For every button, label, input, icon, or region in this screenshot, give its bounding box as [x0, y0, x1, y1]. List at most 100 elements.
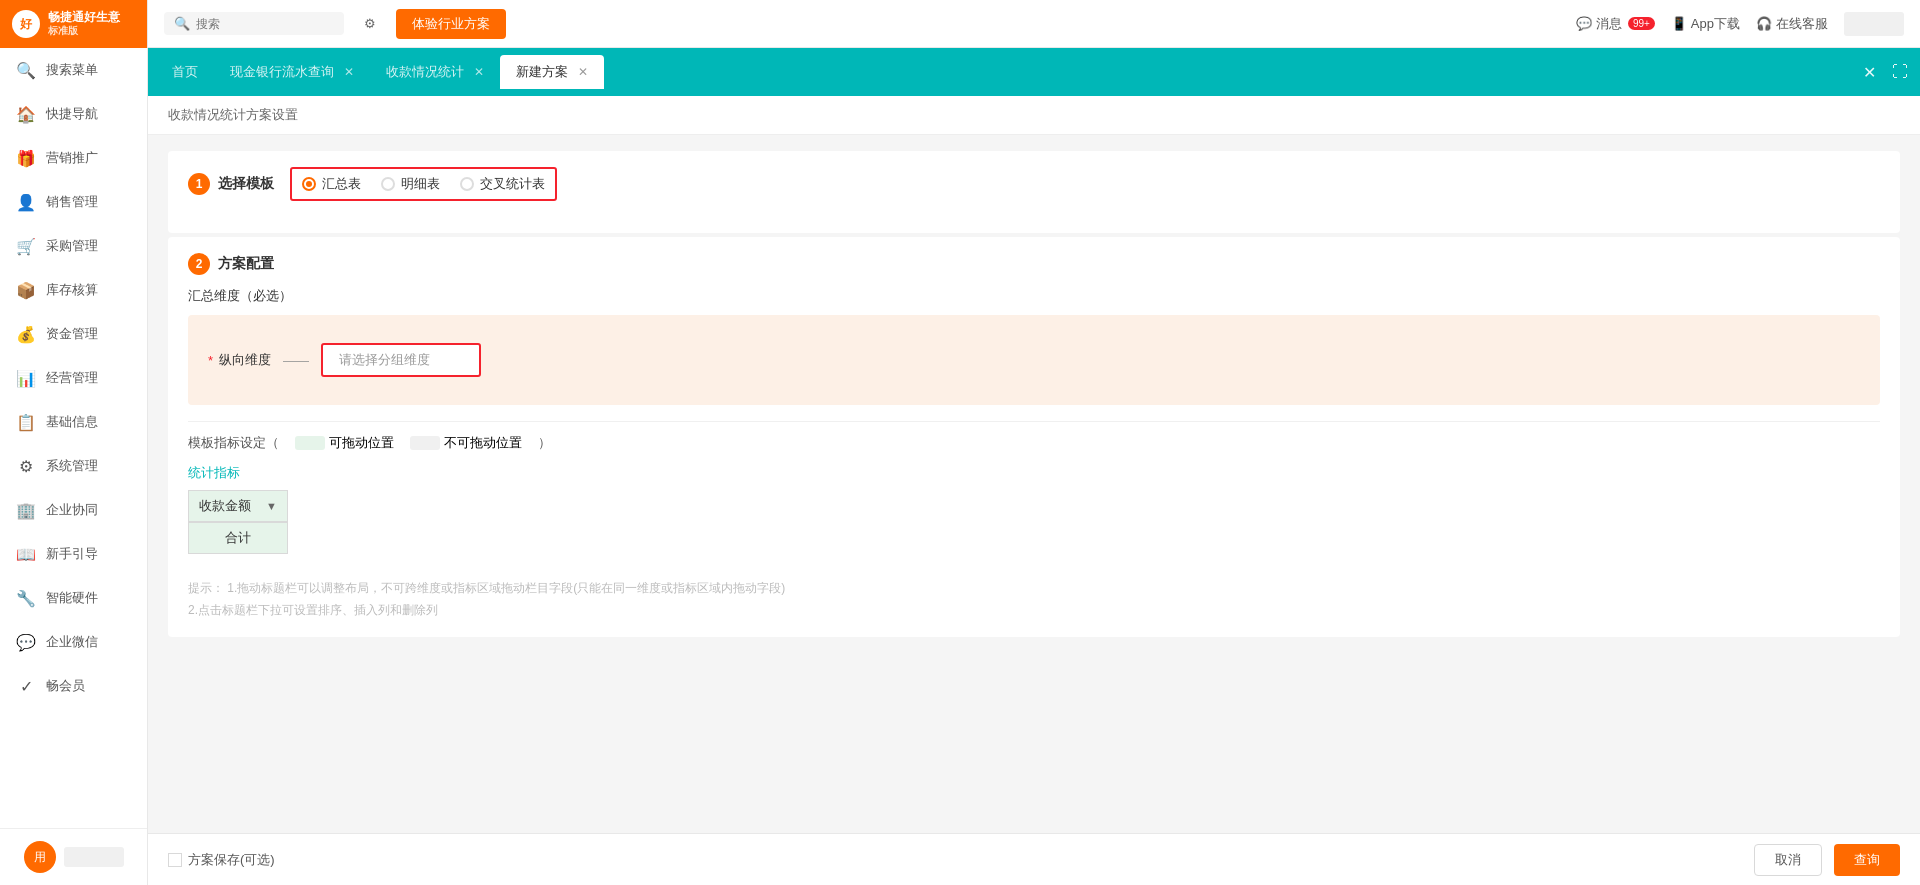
save-checkbox[interactable] — [168, 853, 182, 867]
radio-cross[interactable]: 交叉统计表 — [460, 175, 545, 193]
bottom-bar: 方案保存(可选) 取消 查询 — [148, 833, 1920, 885]
user-name — [64, 847, 124, 867]
nodrag-indicator — [410, 436, 440, 450]
radio-detail-btn[interactable] — [381, 177, 395, 191]
metrics-table: 收款金额 ▼ 合计 — [188, 490, 1880, 554]
settings-icon[interactable]: ⚙ — [356, 10, 384, 38]
close-tab-new-plan[interactable]: ✕ — [578, 65, 588, 79]
vertical-label: 纵向维度 — [219, 351, 271, 369]
sidebar-item-label: 企业微信 — [46, 633, 98, 651]
sidebar-item-capital[interactable]: 💰 资金管理 — [0, 312, 147, 356]
download-btn[interactable]: 📱 App下载 — [1671, 15, 1740, 33]
sidebar-item-label: 销售管理 — [46, 193, 98, 211]
sidebar-item-label: 采购管理 — [46, 237, 98, 255]
search-icon: 🔍 — [16, 60, 36, 80]
sidebar-item-marketing[interactable]: 🎁 营销推广 — [0, 136, 147, 180]
logo-icon: 好 — [12, 10, 40, 38]
sidebar-item-label: 系统管理 — [46, 457, 98, 475]
arrow-indicator: —— — [283, 353, 309, 368]
sidebar-item-guide[interactable]: 📖 新手引导 — [0, 532, 147, 576]
sidebar-item-sales[interactable]: 👤 销售管理 — [0, 180, 147, 224]
chevron-down-icon: ▼ — [266, 500, 277, 512]
box-icon: 📦 — [16, 280, 36, 300]
sidebar-item-label: 经营管理 — [46, 369, 98, 387]
sidebar-item-enterprise[interactable]: 🏢 企业协同 — [0, 488, 147, 532]
topbar-right: 💬 消息 99+ 📱 App下载 🎧 在线客服 — [1576, 12, 1904, 36]
hint-line-1: 提示： 1.拖动标题栏可以调整布局，不可跨维度或指标区域拖动栏目字段(只能在同一… — [188, 578, 1880, 600]
main-area: 🔍 ⚙ 体验行业方案 💬 消息 99+ 📱 App下载 🎧 在线客服 首页 — [148, 0, 1920, 885]
radio-cross-btn[interactable] — [460, 177, 474, 191]
close-tab-collection[interactable]: ✕ — [474, 65, 484, 79]
close-window-btn[interactable]: ✕ — [1859, 59, 1880, 86]
sidebar-item-operation[interactable]: 📊 经营管理 — [0, 356, 147, 400]
sidebar-item-smart-hw[interactable]: 🔧 智能硬件 — [0, 576, 147, 620]
sidebar-item-label: 畅会员 — [46, 677, 85, 695]
sidebar-item-label: 基础信息 — [46, 413, 98, 431]
topbar: 🔍 ⚙ 体验行业方案 💬 消息 99+ 📱 App下载 🎧 在线客服 — [148, 0, 1920, 48]
group-dimension-select[interactable]: 请选择分组维度 — [321, 343, 481, 377]
sidebar: 好 畅捷通好生意 标准版 🔍 搜索菜单 🏠 快捷导航 🎁 营销推广 👤 销售管理… — [0, 0, 148, 885]
tab-collection-stats[interactable]: 收款情况统计 ✕ — [370, 55, 500, 89]
step1-row: 1 选择模板 汇总表 明细表 交叉统计表 — [188, 167, 1880, 201]
tabbar-controls: ✕ ⛶ — [1859, 59, 1912, 86]
message-icon: 💬 — [1576, 16, 1592, 31]
metrics-row-cell: 合计 — [188, 522, 288, 554]
step1-num: 1 — [188, 173, 210, 195]
user-info[interactable] — [1844, 12, 1904, 36]
search-input[interactable] — [196, 17, 316, 31]
building-icon: 🏢 — [16, 500, 36, 520]
content-area: 收款情况统计方案设置 1 选择模板 汇总表 明细表 — [148, 96, 1920, 885]
home-icon: 🏠 — [16, 104, 36, 124]
trial-btn[interactable]: 体验行业方案 — [396, 9, 506, 39]
clipboard-icon: 📋 — [16, 412, 36, 432]
sidebar-item-label: 搜索菜单 — [46, 61, 98, 79]
tabbar: 首页 现金银行流水查询 ✕ 收款情况统计 ✕ 新建方案 ✕ ✕ ⛶ — [148, 48, 1920, 96]
dimension-section-title: 汇总维度（必选） — [188, 287, 1880, 305]
logo-sub: 标准版 — [48, 24, 120, 38]
sidebar-item-system[interactable]: ⚙ 系统管理 — [0, 444, 147, 488]
service-btn[interactable]: 🎧 在线客服 — [1756, 15, 1828, 33]
avatar[interactable]: 用 — [24, 841, 56, 873]
tab-new-plan[interactable]: 新建方案 ✕ — [500, 55, 604, 89]
dimension-area: * 纵向维度 —— 请选择分组维度 — [188, 315, 1880, 405]
metrics-config-label: 模板指标设定（ — [188, 434, 279, 452]
sidebar-item-label: 智能硬件 — [46, 589, 98, 607]
step1-title: 选择模板 — [218, 175, 274, 193]
legend-nodrag: 不可拖动位置 — [410, 434, 522, 452]
search-box[interactable]: 🔍 — [164, 12, 344, 35]
sidebar-item-corp-wechat[interactable]: 💬 企业微信 — [0, 620, 147, 664]
template-options-outline: 汇总表 明细表 交叉统计表 — [290, 167, 557, 201]
metrics-header-cell[interactable]: 收款金额 ▼ — [188, 490, 288, 522]
save-option-row: 方案保存(可选) — [168, 851, 275, 869]
content-body: 1 选择模板 汇总表 明细表 交叉统计表 — [148, 135, 1920, 833]
maximize-btn[interactable]: ⛶ — [1888, 59, 1912, 85]
sidebar-item-label: 库存核算 — [46, 281, 98, 299]
chat-icon: 💬 — [16, 632, 36, 652]
sidebar-item-purchase[interactable]: 🛒 采购管理 — [0, 224, 147, 268]
sidebar-item-search[interactable]: 🔍 搜索菜单 — [0, 48, 147, 92]
sidebar-item-base-info[interactable]: 📋 基础信息 — [0, 400, 147, 444]
metrics-config: 模板指标设定（ 可拖动位置 不可拖动位置 ） 统计指标 — [188, 421, 1880, 554]
close-tab-cash-bank[interactable]: ✕ — [344, 65, 354, 79]
radio-summary-btn[interactable] — [302, 177, 316, 191]
tab-cash-bank[interactable]: 现金银行流水查询 ✕ — [214, 55, 370, 89]
tab-home[interactable]: 首页 — [156, 55, 214, 89]
sidebar-item-quick-nav[interactable]: 🏠 快捷导航 — [0, 92, 147, 136]
messages-btn[interactable]: 💬 消息 99+ — [1576, 15, 1655, 33]
step2-section: 2 方案配置 汇总维度（必选） * 纵向维度 —— 请选择分组维度 模板指标设定… — [168, 237, 1900, 637]
step2-num: 2 — [188, 253, 210, 275]
radio-summary[interactable]: 汇总表 — [302, 175, 361, 193]
sidebar-item-label: 快捷导航 — [46, 105, 98, 123]
metrics-col: 收款金额 ▼ 合计 — [188, 490, 288, 554]
sidebar-item-inventory[interactable]: 📦 库存核算 — [0, 268, 147, 312]
search-icon: 🔍 — [174, 16, 190, 31]
sidebar-logo: 好 畅捷通好生意 标准版 — [0, 0, 147, 48]
query-button[interactable]: 查询 — [1834, 844, 1900, 876]
hints-section: 提示： 1.拖动标题栏可以调整布局，不可跨维度或指标区域拖动栏目字段(只能在同一… — [188, 570, 1880, 621]
member-icon: ✓ — [16, 676, 36, 696]
service-icon: 🎧 — [1756, 16, 1772, 31]
sidebar-item-label: 新手引导 — [46, 545, 98, 563]
cancel-button[interactable]: 取消 — [1754, 844, 1822, 876]
sidebar-item-member[interactable]: ✓ 畅会员 — [0, 664, 147, 708]
radio-detail[interactable]: 明细表 — [381, 175, 440, 193]
